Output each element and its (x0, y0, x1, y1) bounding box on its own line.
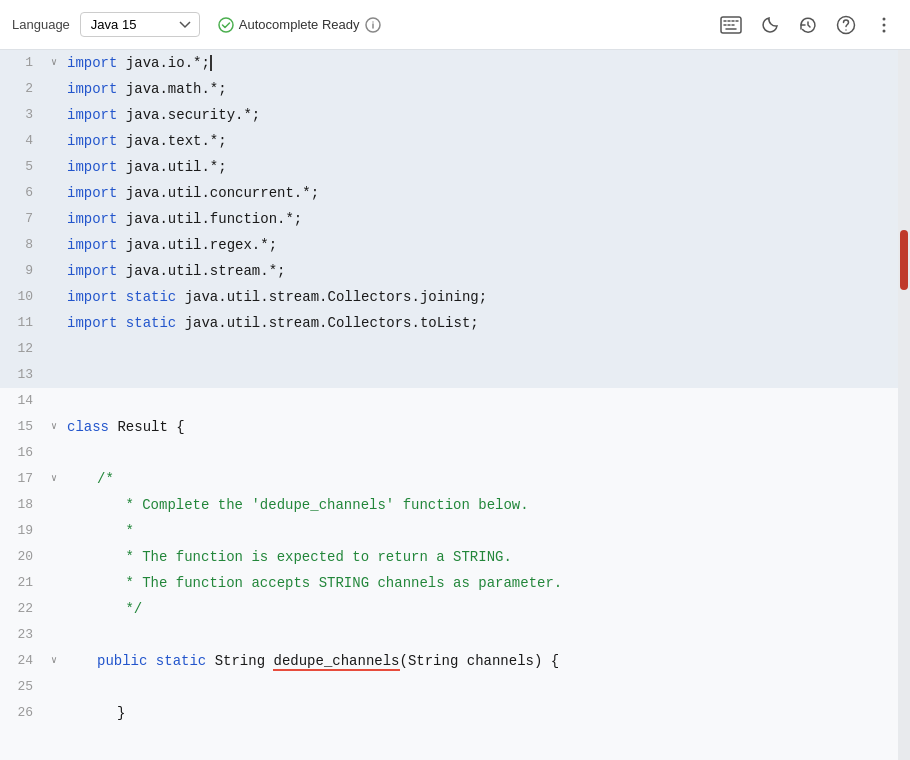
code-line: 9 import java.util.stream.*; (0, 258, 898, 284)
code-line: 22 */ (0, 596, 898, 622)
code-line: 23 (0, 622, 898, 648)
code-line: 14 (0, 388, 898, 414)
code-line: 17 ∨ /* (0, 466, 898, 492)
code-line: 1 ∨ import java.io.*; (0, 50, 898, 76)
svg-point-3 (372, 21, 373, 22)
code-line: 8 import java.util.regex.*; (0, 232, 898, 258)
code-editor[interactable]: 1 ∨ import java.io.*; 2 import java.math… (0, 50, 898, 760)
more-options-button[interactable] (870, 11, 898, 39)
history-icon (798, 15, 818, 35)
history-button[interactable] (794, 11, 822, 39)
svg-point-14 (845, 29, 846, 30)
scrollbar-track[interactable] (898, 50, 910, 760)
code-line: 2 import java.math.*; (0, 76, 898, 102)
svg-point-16 (883, 23, 886, 26)
code-line: 16 (0, 440, 898, 466)
keyboard-icon (720, 16, 742, 34)
fold-button[interactable]: ∨ (45, 414, 63, 440)
scrollbar-thumb[interactable] (900, 230, 908, 290)
code-line: 18 * Complete the 'dedupe_channels' func… (0, 492, 898, 518)
help-button[interactable] (832, 11, 860, 39)
keyboard-button[interactable] (716, 12, 746, 38)
code-line: 26 } (0, 700, 898, 726)
code-line: 21 * The function accepts STRING channel… (0, 570, 898, 596)
code-area: 1 ∨ import java.io.*; 2 import java.math… (0, 50, 898, 726)
moon-icon (760, 15, 780, 35)
language-label: Language (12, 17, 70, 32)
more-icon (874, 15, 894, 35)
autocomplete-badge: Autocomplete Ready (218, 17, 381, 33)
language-select[interactable]: Java 15 Java 8 Java 11 Java 17 (80, 12, 200, 37)
svg-point-15 (883, 17, 886, 20)
code-line: 5 import java.util.*; (0, 154, 898, 180)
editor-container: 1 ∨ import java.io.*; 2 import java.math… (0, 50, 910, 760)
code-line: 24 ∨ public static String dedupe_channel… (0, 648, 898, 674)
code-line: 25 (0, 674, 898, 700)
svg-point-17 (883, 29, 886, 32)
code-line: 12 (0, 336, 898, 362)
code-line: 20 * The function is expected to return … (0, 544, 898, 570)
fold-button[interactable]: ∨ (45, 50, 63, 76)
svg-point-0 (219, 18, 233, 32)
info-icon[interactable] (365, 17, 381, 33)
code-line: 10 import static java.util.stream.Collec… (0, 284, 898, 310)
toolbar: Language Java 15 Java 8 Java 11 Java 17 … (0, 0, 910, 50)
code-line: 11 import static java.util.stream.Collec… (0, 310, 898, 336)
fold-button[interactable]: ∨ (45, 648, 63, 674)
code-line: 3 import java.security.*; (0, 102, 898, 128)
autocomplete-label: Autocomplete Ready (239, 17, 360, 32)
code-line: 15 ∨ class Result { (0, 414, 898, 440)
code-line: 6 import java.util.concurrent.*; (0, 180, 898, 206)
dark-mode-button[interactable] (756, 11, 784, 39)
code-line: 19 * (0, 518, 898, 544)
app-container: Language Java 15 Java 8 Java 11 Java 17 … (0, 0, 910, 760)
code-line: 7 import java.util.function.*; (0, 206, 898, 232)
check-circle-icon (218, 17, 234, 33)
help-icon (836, 15, 856, 35)
fold-button[interactable]: ∨ (45, 466, 63, 492)
code-line: 13 (0, 362, 898, 388)
code-line: 4 import java.text.*; (0, 128, 898, 154)
